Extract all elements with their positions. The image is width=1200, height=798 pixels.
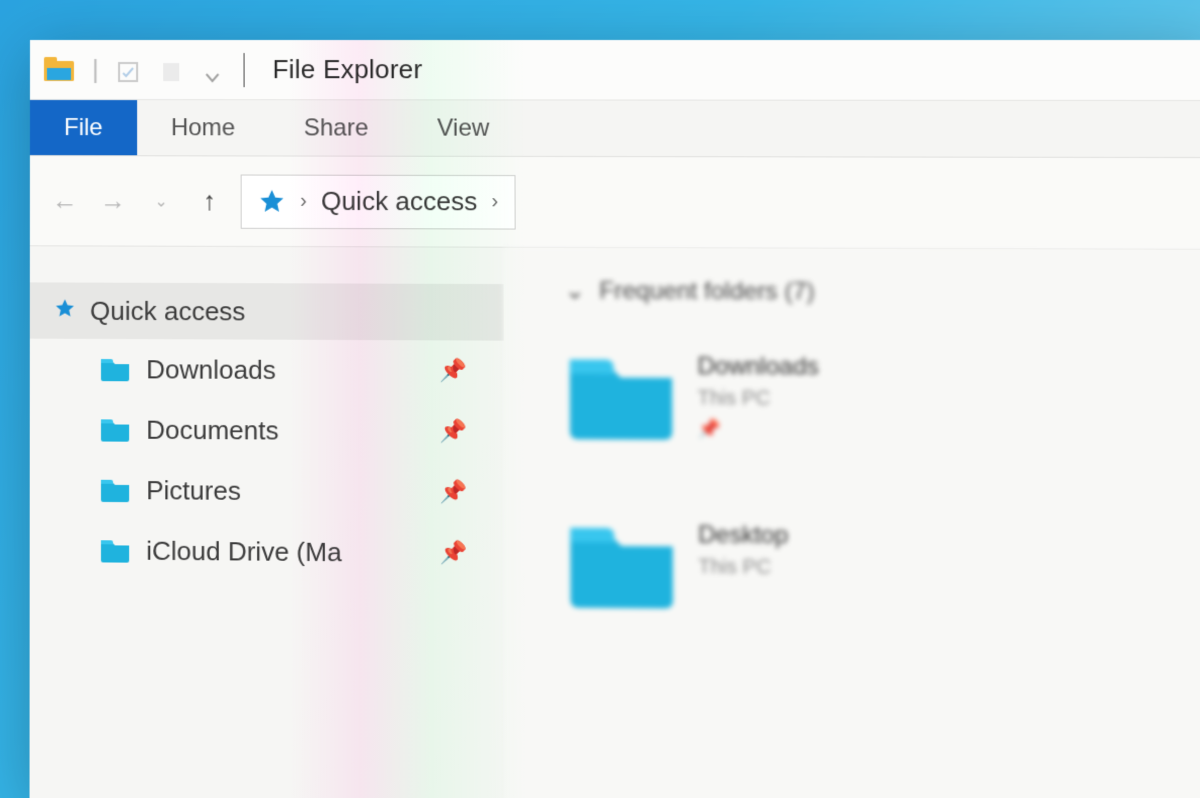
sidebar-item-label: Pictures <box>146 475 241 507</box>
chevron-right-icon[interactable]: › <box>300 190 307 213</box>
quick-access-toolbar <box>117 59 219 81</box>
nav-history-dropdown-icon[interactable]: ⌄ <box>144 191 178 211</box>
address-bar[interactable]: › Quick access › <box>241 174 516 229</box>
sidebar-item-documents[interactable]: Documents 📌 <box>30 399 504 462</box>
folder-tile-downloads[interactable]: Downloads This PC 📌 <box>565 352 819 441</box>
tile-location: This PC <box>698 556 788 580</box>
folder-icon <box>565 520 678 608</box>
file-explorer-icon <box>44 57 74 83</box>
qat-properties-icon[interactable] <box>117 59 139 81</box>
pin-icon: 📌 <box>698 419 820 441</box>
explorer-body: Quick access Downloads 📌 Documents 📌 <box>30 246 1200 798</box>
sidebar-quick-access[interactable]: Quick access <box>30 282 504 340</box>
pin-icon: 📌 <box>440 479 468 506</box>
tab-view[interactable]: View <box>403 100 524 156</box>
tab-home[interactable]: Home <box>137 100 270 155</box>
sidebar-header-label: Quick access <box>90 295 245 327</box>
title-separator <box>243 53 244 87</box>
folder-icon <box>100 417 130 441</box>
sidebar-item-icloud-drive[interactable]: iCloud Drive (Ma 📌 <box>30 520 505 584</box>
group-header-label: Frequent folders (7) <box>599 277 814 306</box>
pin-star-icon <box>54 295 76 326</box>
sidebar-item-label: iCloud Drive (Ma <box>146 535 341 568</box>
tile-location: This PC <box>697 387 819 411</box>
qat-new-folder-icon[interactable] <box>161 59 183 81</box>
folder-icon <box>100 357 130 381</box>
nav-up-icon[interactable]: ↑ <box>192 185 226 216</box>
qat-dropdown-icon[interactable] <box>205 59 219 81</box>
titlebar: | File Explorer <box>30 40 1200 101</box>
sidebar-item-downloads[interactable]: Downloads 📌 <box>30 339 504 402</box>
tab-file-label: File <box>64 114 103 142</box>
pin-icon: 📌 <box>440 358 468 384</box>
breadcrumb-root[interactable]: Quick access <box>321 186 477 218</box>
pin-icon: 📌 <box>440 418 468 444</box>
nav-back-icon[interactable]: ← <box>48 185 82 216</box>
tab-file[interactable]: File <box>30 100 137 155</box>
quick-access-star-icon <box>258 187 286 215</box>
navigation-bar: ← → ⌄ ↑ › Quick access › <box>30 156 1200 250</box>
tab-home-label: Home <box>171 114 235 142</box>
tile-name: Downloads <box>697 353 819 382</box>
folder-icon <box>100 478 130 502</box>
tab-view-label: View <box>437 114 489 142</box>
ribbon-tabs: File Home Share View <box>30 100 1200 158</box>
group-frequent-folders[interactable]: ⌄ Frequent folders (7) <box>565 276 1200 308</box>
sidebar-item-label: Downloads <box>146 354 276 386</box>
content-pane: ⌄ Frequent folders (7) Downloads This PC… <box>504 248 1200 798</box>
nav-forward-icon[interactable]: → <box>96 185 130 216</box>
tab-share-label: Share <box>304 114 369 142</box>
chevron-right-icon[interactable]: › <box>491 190 498 213</box>
folder-tile-desktop[interactable]: Desktop This PC <box>565 520 788 609</box>
tile-name: Desktop <box>698 521 788 550</box>
folder-icon <box>100 538 130 562</box>
navigation-pane: Quick access Downloads 📌 Documents 📌 <box>30 246 506 798</box>
file-explorer-window: | File Explorer File Home Share View ← →… <box>30 40 1200 798</box>
pin-icon: 📌 <box>440 540 468 567</box>
sidebar-item-label: Documents <box>146 414 279 446</box>
sidebar-item-pictures[interactable]: Pictures 📌 <box>30 459 505 523</box>
tab-share[interactable]: Share <box>269 100 402 155</box>
folder-icon <box>565 352 677 440</box>
chevron-down-icon[interactable]: ⌄ <box>565 276 586 305</box>
window-title: File Explorer <box>272 54 422 85</box>
